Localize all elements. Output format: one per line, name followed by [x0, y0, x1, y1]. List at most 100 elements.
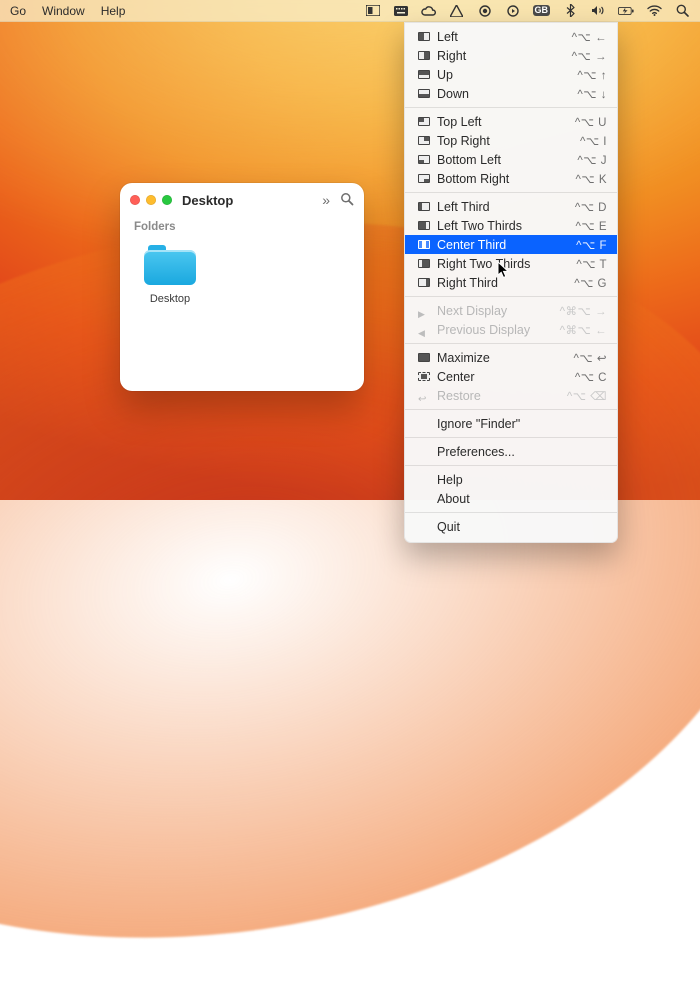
menu-item-quit[interactable]: Quit	[405, 517, 617, 536]
finder-window[interactable]: Desktop » Folders Desktop	[120, 183, 364, 391]
r23-layout-icon	[415, 259, 433, 268]
menu-item-label: Next Display	[433, 304, 560, 318]
menu-item-center-third[interactable]: Center Third^⌥ F	[405, 235, 617, 254]
menu-separator	[405, 343, 617, 344]
l3-layout-icon	[415, 202, 433, 211]
window-controls	[130, 195, 172, 205]
menu-item-shortcut: ^⌥ G	[574, 276, 607, 290]
menu-item-label: Left	[433, 30, 572, 44]
battery-icon[interactable]	[618, 3, 634, 19]
menu-item-up[interactable]: Up^⌥ ↑	[405, 65, 617, 84]
volume-icon[interactable]	[590, 3, 606, 19]
menu-item-label: About	[433, 492, 607, 506]
menu-bar-right: GB	[365, 3, 691, 19]
menu-item-shortcut: ^⌥ T	[576, 257, 607, 271]
menu-item-down[interactable]: Down^⌥ ↓	[405, 84, 617, 103]
window-title: Desktop	[182, 193, 233, 208]
menu-item-label: Maximize	[433, 351, 574, 365]
menu-separator	[405, 465, 617, 466]
menu-item-shortcut: ^⌥ D	[575, 200, 607, 214]
menu-item-about[interactable]: About	[405, 489, 617, 508]
menu-item-label: Bottom Left	[433, 153, 577, 167]
menu-bar-left: Go Window Help	[10, 4, 125, 18]
br-layout-icon	[415, 174, 433, 183]
menu-item-label: Previous Display	[433, 323, 560, 337]
menu-item-shortcut: ^⌥ U	[575, 115, 607, 129]
tl-layout-icon	[415, 117, 433, 126]
menu-item-right-third[interactable]: Right Third^⌥ G	[405, 273, 617, 292]
menu-item-right-two-thirds[interactable]: Right Two Thirds^⌥ T	[405, 254, 617, 273]
menu-separator	[405, 409, 617, 410]
menu-item-label: Center	[433, 370, 575, 384]
max-layout-icon	[415, 353, 433, 362]
menu-item-top-right[interactable]: Top Right^⌥ I	[405, 131, 617, 150]
menu-item-label: Left Third	[433, 200, 575, 214]
menu-separator	[405, 296, 617, 297]
keyboard-layout-icon[interactable]	[393, 3, 409, 19]
menu-item-shortcut: ^⌘⌥ →	[560, 304, 607, 318]
menu-item-preferences[interactable]: Preferences...	[405, 442, 617, 461]
menu-item-label: Preferences...	[433, 445, 607, 459]
menu-item-shortcut: ^⌥ F	[576, 238, 607, 252]
menu-item-label: Restore	[433, 389, 567, 403]
section-label-folders: Folders	[120, 217, 364, 235]
menu-item-label: Up	[433, 68, 577, 82]
l23-layout-icon	[415, 221, 433, 230]
menu-separator	[405, 192, 617, 193]
toolbar-search-icon[interactable]	[340, 192, 354, 209]
language-badge[interactable]: GB	[533, 5, 551, 16]
menu-item-ignore-finder[interactable]: Ignore "Finder"	[405, 414, 617, 433]
rectangle-menu[interactable]: Left^⌥ ←Right^⌥ →Up^⌥ ↑Down^⌥ ↓Top Left^…	[404, 22, 618, 543]
rectangle-app-icon[interactable]	[365, 3, 381, 19]
menu-go[interactable]: Go	[10, 4, 26, 18]
menu-item-shortcut: ^⌥ J	[577, 153, 607, 167]
menu-item-left-third[interactable]: Left Third^⌥ D	[405, 197, 617, 216]
menu-item-label: Center Third	[433, 238, 576, 252]
menu-item-shortcut: ^⌥ ←	[572, 30, 607, 44]
r3-layout-icon	[415, 278, 433, 287]
menu-item-shortcut: ^⌥ ↑	[577, 68, 607, 82]
menu-window[interactable]: Window	[42, 4, 85, 18]
menu-item-label: Top Right	[433, 134, 580, 148]
menu-item-label: Help	[433, 473, 607, 487]
menu-separator	[405, 512, 617, 513]
folder-item-desktop[interactable]: Desktop	[134, 243, 206, 305]
menu-item-right[interactable]: Right^⌥ →	[405, 46, 617, 65]
play-circle-icon[interactable]	[505, 3, 521, 19]
menu-item-bottom-left[interactable]: Bottom Left^⌥ J	[405, 150, 617, 169]
finder-titlebar[interactable]: Desktop »	[120, 183, 364, 217]
menu-bar: Go Window Help GB	[0, 0, 700, 22]
wifi-icon[interactable]	[646, 3, 662, 19]
menu-help[interactable]: Help	[101, 4, 126, 18]
search-icon[interactable]	[674, 3, 690, 19]
menu-item-shortcut: ^⌥ K	[575, 172, 607, 186]
bluetooth-icon[interactable]	[562, 3, 578, 19]
folder-label: Desktop	[150, 293, 190, 305]
close-button[interactable]	[130, 195, 140, 205]
toolbar-more-icon[interactable]: »	[322, 192, 330, 208]
left-layout-icon	[415, 32, 433, 41]
drive-icon[interactable]	[449, 3, 465, 19]
menu-item-maximize[interactable]: Maximize^⌥ ↩	[405, 348, 617, 367]
right-layout-icon	[415, 51, 433, 60]
record-icon[interactable]	[477, 3, 493, 19]
menu-item-center[interactable]: Center^⌥ C	[405, 367, 617, 386]
menu-item-bottom-right[interactable]: Bottom Right^⌥ K	[405, 169, 617, 188]
menu-item-left-two-thirds[interactable]: Left Two Thirds^⌥ E	[405, 216, 617, 235]
menu-item-left[interactable]: Left^⌥ ←	[405, 27, 617, 46]
menu-item-shortcut: ^⌥ →	[572, 49, 607, 63]
minimize-button[interactable]	[146, 195, 156, 205]
menu-item-next-display: Next Display^⌘⌥ →	[405, 301, 617, 320]
menu-item-label: Down	[433, 87, 577, 101]
menu-item-label: Quit	[433, 520, 607, 534]
c3-layout-icon	[415, 240, 433, 249]
creative-cloud-icon[interactable]	[421, 3, 437, 19]
menu-item-help[interactable]: Help	[405, 470, 617, 489]
menu-item-label: Ignore "Finder"	[433, 417, 607, 431]
zoom-button[interactable]	[162, 195, 172, 205]
menu-item-label: Right Third	[433, 276, 574, 290]
menu-item-label: Right Two Thirds	[433, 257, 576, 271]
up-layout-icon	[415, 70, 433, 79]
menu-item-top-left[interactable]: Top Left^⌥ U	[405, 112, 617, 131]
center-layout-icon	[415, 372, 433, 381]
